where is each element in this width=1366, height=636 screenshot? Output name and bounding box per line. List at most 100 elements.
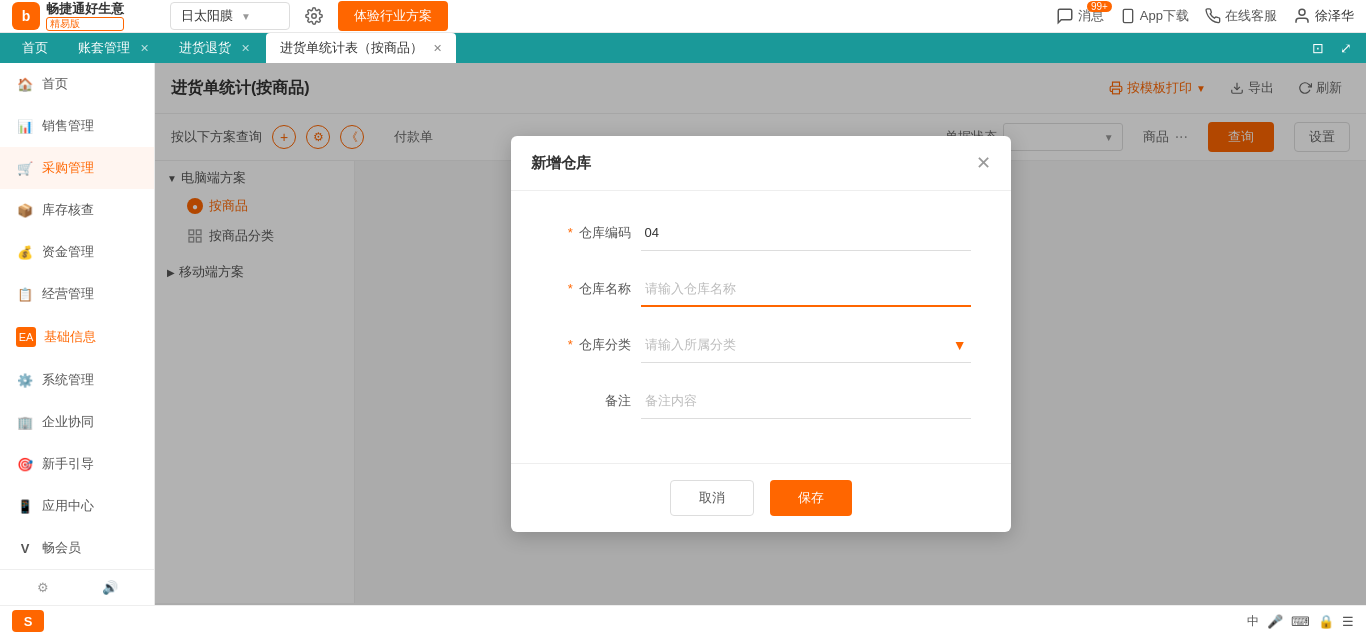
tab-purchase-return-label: 进货退货 [179,39,231,57]
settings-button[interactable] [298,0,330,32]
bottom-left: S [12,610,44,632]
sidebar-item-purchase[interactable]: 🛒 采购管理 [0,147,154,189]
modal-body: * 仓库编码 * 仓库名称 [511,191,1011,463]
store-selector[interactable]: 日太阳膜 ▼ [170,2,290,30]
chevron-down-icon: ▼ [241,11,251,22]
sidebar-enterprise-label: 企业协同 [42,413,94,431]
svg-point-3 [1299,9,1305,15]
status-icons: 中 🎤 ⌨ 🔒 ☰ [1247,613,1354,630]
vip-icon: V [16,539,34,557]
remark-label: 备注 [551,392,631,410]
modal-footer: 取消 保存 [511,463,1011,532]
sidebar-bottom: ⚙ 🔊 [0,569,154,605]
sidebar: 🏠 首页 📊 销售管理 🛒 采购管理 📦 库存核查 💰 资金管理 📋 经 [0,63,155,605]
message-badge: 99+ [1087,1,1112,12]
system-icon: ⚙️ [16,371,34,389]
sidebar-basic-label: 基础信息 [44,328,96,346]
name-input[interactable] [641,271,971,307]
sidebar-vip-label: 畅会员 [42,539,81,557]
logo-badge: 精易版 [46,17,124,31]
sidebar-item-home[interactable]: 🏠 首页 [0,63,154,105]
tab-accounts[interactable]: 账套管理 ✕ [64,33,163,63]
sidebar-settings-icon[interactable]: ⚙ [37,580,49,595]
sidebar-item-inventory[interactable]: 📦 库存核查 [0,189,154,231]
keyboard-icon[interactable]: ⌨ [1291,614,1310,629]
modal-overlay: 新增仓库 ✕ * 仓库编码 [155,63,1366,605]
purchase-icon: 🛒 [16,159,34,177]
online-service-item[interactable]: 在线客服 [1205,7,1277,25]
username-label: 徐泽华 [1315,7,1354,25]
home-icon: 🏠 [16,75,34,93]
sidebar-item-basic[interactable]: EA 基础信息 [0,315,154,359]
main-layout: 🏠 首页 📊 销售管理 🛒 采购管理 📦 库存核查 💰 资金管理 📋 经 [0,63,1366,605]
add-warehouse-modal: 新增仓库 ✕ * 仓库编码 [511,136,1011,532]
sidebar-guide-label: 新手引导 [42,455,94,473]
sidebar-item-apps[interactable]: 📱 应用中心 [0,485,154,527]
chinese-input-icon[interactable]: 中 [1247,613,1259,630]
enterprise-icon: 🏢 [16,413,34,431]
category-field-row: * 仓库分类 请输入所属分类 ▼ [551,327,971,363]
lock-icon[interactable]: 🔒 [1318,614,1334,629]
code-input[interactable] [641,215,971,251]
code-field-row: * 仓库编码 [551,215,971,251]
top-header: b 畅捷通好生意 精易版 日太阳膜 ▼ 体验行业方案 消息 99+ [0,0,1366,33]
tab-restore-button[interactable]: ⊡ [1306,36,1330,60]
sidebar-item-vip[interactable]: V 畅会员 [0,527,154,569]
sidebar-item-finance[interactable]: 💰 资金管理 [0,231,154,273]
tab-purchase-stats[interactable]: 进货单统计表（按商品） ✕ [266,33,456,63]
message-item[interactable]: 消息 99+ [1056,7,1104,25]
remark-input[interactable] [641,383,971,419]
sidebar-item-guide[interactable]: 🎯 新手引导 [0,443,154,485]
user-item[interactable]: 徐泽华 [1293,7,1354,25]
save-button[interactable]: 保存 [770,480,852,516]
name-label: * 仓库名称 [551,280,631,298]
app-container: b 畅捷通好生意 精易版 日太阳膜 ▼ 体验行业方案 消息 99+ [0,0,1366,636]
tab-controls: ⊡ ⤢ [1306,36,1358,60]
app-download-item[interactable]: App下载 [1120,7,1189,25]
s-logo-icon: S [12,610,44,632]
store-name: 日太阳膜 [181,7,233,25]
tab-accounts-close[interactable]: ✕ [140,42,149,55]
logo-text: 畅捷通好生意 [46,1,124,17]
modal-header: 新增仓库 ✕ [511,136,1011,191]
basic-icon: EA [16,327,36,347]
header-right: 消息 99+ App下载 在线客服 徐泽华 [1056,7,1354,25]
sidebar-operation-label: 经营管理 [42,285,94,303]
tab-purchase-return[interactable]: 进货退货 ✕ [165,33,264,63]
category-label: * 仓库分类 [551,336,631,354]
apps-icon: 📱 [16,497,34,515]
tab-purchase-return-close[interactable]: ✕ [241,42,250,55]
logo-area: b 畅捷通好生意 精易版 [12,1,162,31]
sidebar-purchase-label: 采购管理 [42,159,94,177]
sidebar-item-sales[interactable]: 📊 销售管理 [0,105,154,147]
category-select[interactable]: 请输入所属分类 ▼ [641,327,971,363]
sidebar-item-enterprise[interactable]: 🏢 企业协同 [0,401,154,443]
content-area: 进货单统计(按商品) 按模板打印 ▼ 导出 刷新 [155,63,1366,605]
tab-accounts-label: 账套管理 [78,39,130,57]
sidebar-item-operation[interactable]: 📋 经营管理 [0,273,154,315]
tab-expand-button[interactable]: ⤢ [1334,36,1358,60]
tab-bar: 首页 账套管理 ✕ 进货退货 ✕ 进货单统计表（按商品） ✕ ⊡ ⤢ [0,33,1366,63]
tab-purchase-stats-close[interactable]: ✕ [433,42,442,55]
status-bar: S 中 🎤 ⌨ 🔒 ☰ [0,605,1366,636]
sidebar-inventory-label: 库存核查 [42,201,94,219]
sidebar-system-label: 系统管理 [42,371,94,389]
sidebar-sound-icon[interactable]: 🔊 [102,580,118,595]
sidebar-item-system[interactable]: ⚙️ 系统管理 [0,359,154,401]
mic-icon[interactable]: 🎤 [1267,614,1283,629]
remark-field-row: 备注 [551,383,971,419]
inventory-icon: 📦 [16,201,34,219]
sidebar-finance-label: 资金管理 [42,243,94,261]
guide-icon: 🎯 [16,455,34,473]
cancel-button[interactable]: 取消 [670,480,754,516]
operation-icon: 📋 [16,285,34,303]
trial-button[interactable]: 体验行业方案 [338,1,448,31]
menu-icon[interactable]: ☰ [1342,614,1354,629]
app-download-label: App下载 [1140,7,1189,25]
code-label: * 仓库编码 [551,224,631,242]
sales-icon: 📊 [16,117,34,135]
tab-home[interactable]: 首页 [8,33,62,63]
category-arrow-icon: ▼ [953,337,967,353]
modal-close-button[interactable]: ✕ [976,152,991,174]
sidebar-sales-label: 销售管理 [42,117,94,135]
